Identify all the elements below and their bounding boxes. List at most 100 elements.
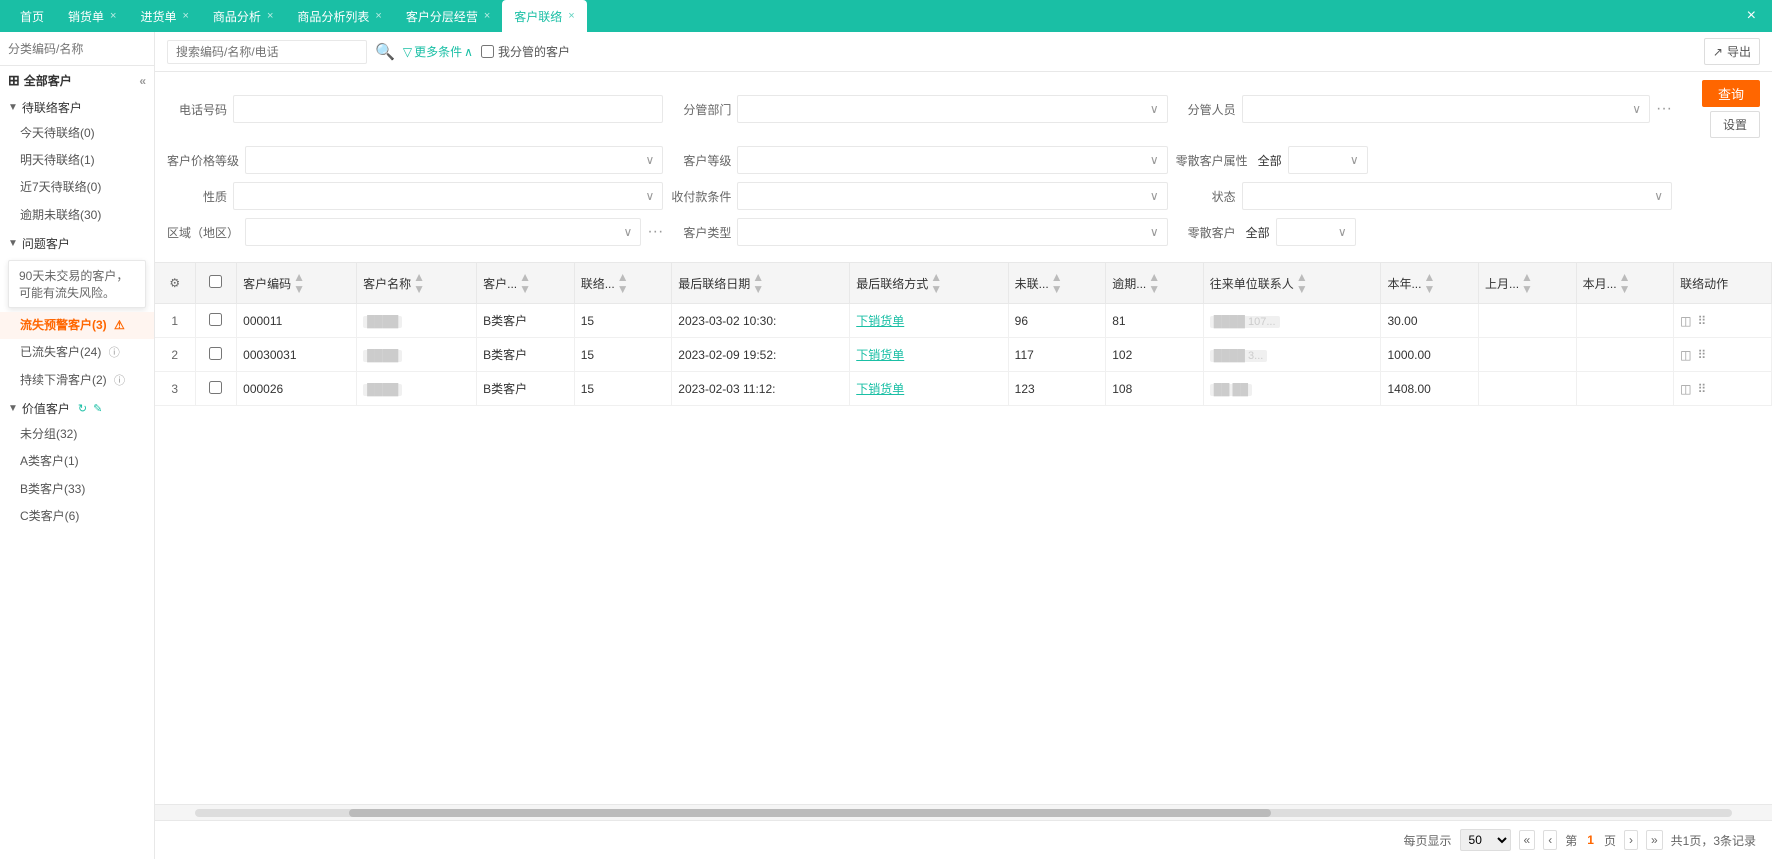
sidebar-item-overdue[interactable]: 逾期未联络(30) (0, 202, 154, 229)
region-select[interactable]: ∨ (245, 218, 641, 246)
cell-checkbox[interactable] (195, 338, 237, 372)
action-more-icon[interactable]: ⠿ (1698, 382, 1707, 396)
sidebar-item-tomorrow[interactable]: 明天待联络(1) (0, 147, 154, 174)
action-more-icon[interactable]: ⠿ (1698, 348, 1707, 362)
horizontal-scrollbar[interactable] (155, 804, 1772, 820)
page-size-select[interactable]: 50 100 (1460, 829, 1511, 851)
close-purchase-tab[interactable]: × (182, 10, 188, 22)
sidebar-item-churn-warning[interactable]: 流失预警客户(3) ⚠ (0, 312, 154, 339)
nav-tab-customer-contact[interactable]: 客户联络 × (502, 0, 586, 32)
nav-tab-analysis[interactable]: 商品分析 × (201, 0, 285, 32)
sort-notlinked[interactable]: 未联... ▲▼ (1015, 271, 1100, 295)
search-input[interactable] (167, 40, 367, 64)
sidebar-group-value-title[interactable]: ▼ 价值客户 ↻ ✎ (0, 396, 154, 421)
region-more-icon[interactable]: ··· (647, 223, 663, 241)
nav-tab-customer-layer[interactable]: 客户分层经营 × (394, 0, 502, 32)
app-close-button[interactable]: × (1739, 7, 1764, 25)
last-method-link[interactable]: 下销货单 (856, 314, 904, 328)
cell-lastdate: 2023-03-02 10:30: (672, 304, 850, 338)
person-more-icon[interactable]: ··· (1656, 100, 1672, 118)
retail-select[interactable]: ∨ (1276, 218, 1356, 246)
nav-tab-home[interactable]: 首页 (8, 0, 56, 32)
column-settings-icon[interactable]: ⚙ (169, 276, 180, 290)
sort-lastmonth[interactable]: 上月... ▲▼ (1485, 271, 1570, 295)
nav-tab-analysis-list[interactable]: 商品分析列表 × (285, 0, 393, 32)
sidebar-item-classB[interactable]: B类客户(33) (0, 476, 154, 503)
customer-type-select[interactable]: ∨ (737, 218, 1167, 246)
my-customers-checkbox[interactable]: 我分管的客户 (481, 43, 570, 60)
row-checkbox-1[interactable] (209, 347, 222, 360)
last-method-link[interactable]: 下销货单 (856, 382, 904, 396)
last-method-link[interactable]: 下销货单 (856, 348, 904, 362)
table-row: 2 00030031 ████ B类客户 15 2023-02-09 19:52… (155, 338, 1772, 372)
export-button[interactable]: ↗ 导出 (1704, 38, 1760, 65)
action-contact-icon[interactable]: ◫ (1680, 314, 1691, 328)
row-checkbox-0[interactable] (209, 313, 222, 326)
row-checkbox-2[interactable] (209, 381, 222, 394)
filter-row-4: 区域（地区） ∨ ··· 客户类型 ∨ 零散客户 全部 ∨ (167, 218, 1760, 246)
sort-arrows-lastmethod: ▲▼ (930, 271, 942, 295)
filter-cell-person: 分管人员 ∨ ··· (1176, 95, 1672, 123)
scroll-thumb[interactable] (349, 809, 1271, 817)
retail-attr-select[interactable]: ∨ (1288, 146, 1368, 174)
sort-name[interactable]: 客户名称 ▲▼ (363, 271, 470, 295)
sort-contacts[interactable]: 联络... ▲▼ (581, 271, 666, 295)
select-all-checkbox[interactable] (209, 275, 222, 288)
nav-tab-purchase[interactable]: 进货单 × (128, 0, 200, 32)
sort-thisyear[interactable]: 本年... ▲▼ (1387, 271, 1472, 295)
sidebar-item-7days[interactable]: 近7天待联络(0) (0, 174, 154, 201)
edit-icon[interactable]: ✎ (93, 402, 102, 415)
next-page-btn[interactable]: › (1624, 830, 1638, 850)
close-sales-tab[interactable]: × (110, 10, 116, 22)
payment-select[interactable]: ∨ (737, 182, 1167, 210)
sidebar-search-input[interactable] (8, 42, 155, 56)
first-page-btn[interactable]: « (1519, 830, 1536, 850)
cell-notlinked: 117 (1008, 338, 1106, 372)
sort-overdue[interactable]: 逾期... ▲▼ (1112, 271, 1197, 295)
sort-type[interactable]: 客户... ▲▼ (483, 271, 568, 295)
query-button[interactable]: 查询 (1702, 80, 1760, 107)
grade-select[interactable]: ∨ (737, 146, 1167, 174)
close-customer-contact-tab[interactable]: × (568, 10, 574, 22)
nav-tab-sales[interactable]: 销货单 × (56, 0, 128, 32)
close-analysis-list-tab[interactable]: × (375, 10, 381, 22)
sidebar-item-classC[interactable]: C类客户(6) (0, 503, 154, 530)
sort-lastdate[interactable]: 最后联络日期 ▲▼ (678, 271, 843, 295)
sort-thismonth[interactable]: 本月... ▲▼ (1583, 271, 1668, 295)
sidebar-item-ungrouped[interactable]: 未分组(32) (0, 421, 154, 448)
phone-input[interactable] (233, 95, 663, 123)
action-contact-icon[interactable]: ◫ (1680, 382, 1691, 396)
arrow-icon2: ▼ (8, 238, 18, 249)
sort-unit-contact[interactable]: 往来单位联系人 ▲▼ (1210, 271, 1375, 295)
sidebar-collapse-btn[interactable]: « (139, 74, 146, 88)
price-grade-select[interactable]: ∨ (245, 146, 663, 174)
more-conditions-button[interactable]: ▽ 更多条件 ∧ (403, 43, 473, 60)
action-more-icon[interactable]: ⠿ (1698, 314, 1707, 328)
nature-select[interactable]: ∨ (233, 182, 663, 210)
last-page-btn[interactable]: » (1646, 830, 1663, 850)
cell-checkbox[interactable] (195, 304, 237, 338)
cell-thismonth (1576, 304, 1674, 338)
settings-button[interactable]: 设置 (1710, 111, 1760, 138)
sidebar-group-pending-title[interactable]: ▼ 待联络客户 (0, 95, 154, 120)
refresh-icon[interactable]: ↻ (78, 402, 87, 415)
sidebar: 🔍 ⊞ 全部客户 « ▼ 待联络客户 今天待联络(0) 明天待联络(1) 近7天… (0, 32, 155, 859)
prev-page-btn[interactable]: ‹ (1543, 830, 1557, 850)
my-customers-check[interactable] (481, 45, 494, 58)
action-contact-icon[interactable]: ◫ (1680, 348, 1691, 362)
sidebar-all-customers[interactable]: ⊞ 全部客户 « (0, 66, 154, 95)
sidebar-item-declining[interactable]: 持续下滑客户(2) ⓘ (0, 367, 154, 395)
dept-select[interactable]: ∨ (737, 95, 1167, 123)
sidebar-item-classA[interactable]: A类客户(1) (0, 448, 154, 475)
status-select[interactable]: ∨ (1242, 182, 1672, 210)
close-analysis-tab[interactable]: × (267, 10, 273, 22)
person-select[interactable]: ∨ (1242, 95, 1650, 123)
sort-lastmethod[interactable]: 最后联络方式 ▲▼ (856, 271, 1001, 295)
close-customer-layer-tab[interactable]: × (484, 10, 490, 22)
search-button[interactable]: 🔍 (375, 42, 395, 62)
sidebar-group-problem-title[interactable]: ▼ 问题客户 (0, 231, 154, 256)
cell-checkbox[interactable] (195, 372, 237, 406)
sidebar-item-today[interactable]: 今天待联络(0) (0, 120, 154, 147)
sort-code[interactable]: 客户编码 ▲▼ (243, 271, 350, 295)
sidebar-item-churned[interactable]: 已流失客户(24) ⓘ (0, 339, 154, 367)
